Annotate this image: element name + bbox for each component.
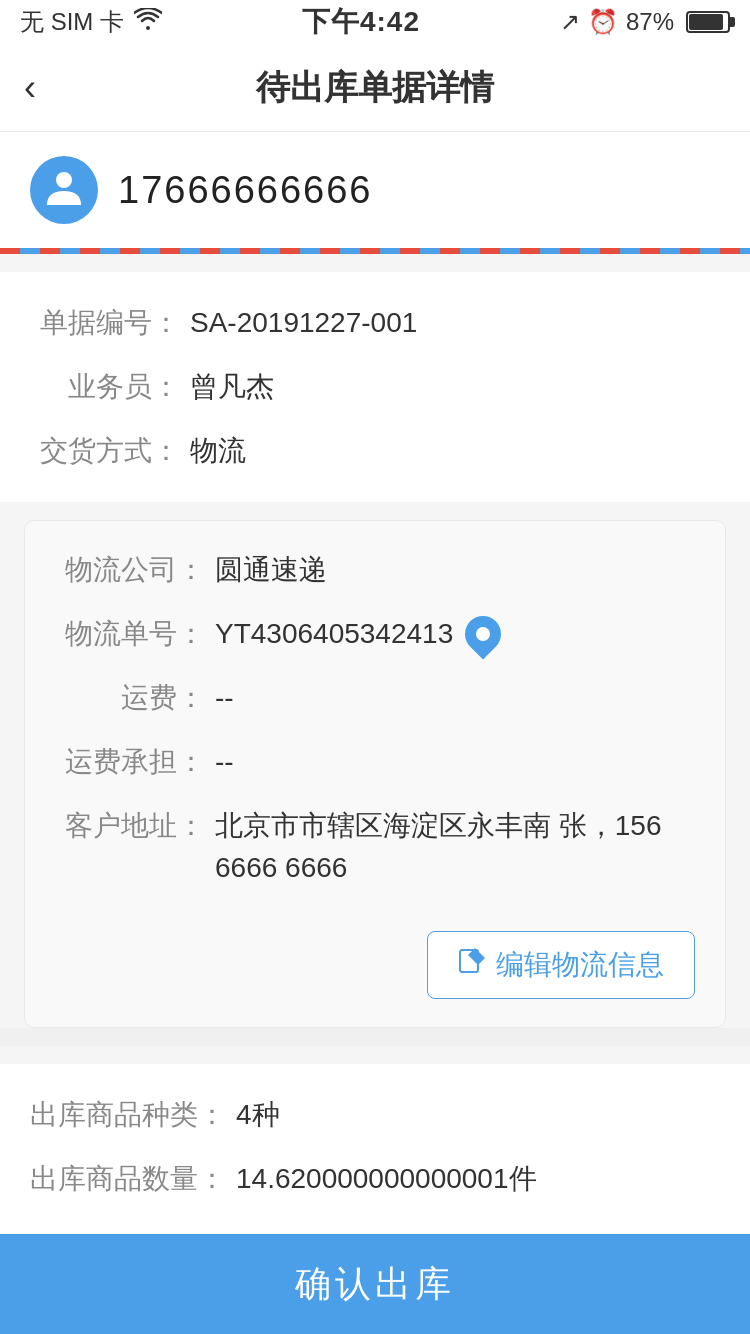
delivery-row: 交货方式： 物流 — [30, 430, 720, 472]
carrier-text: 无 SIM 卡 — [20, 6, 124, 38]
confirm-button-label: 确认出库 — [295, 1260, 455, 1309]
battery-icon — [686, 11, 730, 33]
status-bar: 无 SIM 卡 下午4:42 ↗ ⏰ 87% — [0, 0, 750, 44]
location-status-icon: ↗ — [560, 8, 580, 36]
map-pin-icon[interactable] — [458, 609, 509, 660]
tracking-value: YT4306405342413 — [215, 613, 453, 655]
order-no-label: 单据编号： — [30, 302, 190, 344]
order-no-row: 单据编号： SA-20191227-001 — [30, 302, 720, 344]
address-value: 北京市市辖区海淀区永丰南 张，156 6666 6666 — [215, 805, 695, 889]
freight-bear-label: 运费承担： — [55, 741, 215, 783]
tracking-value-container: YT4306405342413 — [215, 613, 695, 655]
logistics-company-label: 物流公司： — [55, 549, 215, 591]
order-no-value: SA-20191227-001 — [190, 302, 720, 344]
tracking-label: 物流单号： — [55, 613, 215, 655]
freight-row: 运费： -- — [55, 677, 695, 719]
tracking-row: 物流单号： YT4306405342413 — [55, 613, 695, 655]
goods-type-row: 出库商品种类： 4种 — [30, 1094, 720, 1136]
edit-btn-container: 编辑物流信息 — [55, 911, 695, 999]
user-icon — [45, 167, 83, 214]
customer-header: 17666666666 — [0, 132, 750, 248]
dashed-separator — [0, 248, 750, 254]
address-row: 客户地址： 北京市市辖区海淀区永丰南 张，156 6666 6666 — [55, 805, 695, 889]
alarm-icon: ⏰ — [588, 8, 618, 36]
svg-point-0 — [56, 172, 72, 188]
edit-logistics-label: 编辑物流信息 — [496, 946, 664, 984]
address-label: 客户地址： — [55, 805, 215, 847]
status-left: 无 SIM 卡 — [20, 6, 162, 38]
freight-bear-value: -- — [215, 741, 695, 783]
salesman-label: 业务员： — [30, 366, 190, 408]
section-divider — [0, 1028, 750, 1046]
wifi-icon — [134, 8, 162, 36]
delivery-label: 交货方式： — [30, 430, 190, 472]
freight-value: -- — [215, 677, 695, 719]
freight-label: 运费： — [55, 677, 215, 719]
logistics-section: 物流公司： 圆通速递 物流单号： YT4306405342413 运费： -- … — [24, 520, 726, 1028]
salesman-value: 曾凡杰 — [190, 366, 720, 408]
delivery-value: 物流 — [190, 430, 720, 472]
status-time: 下午4:42 — [302, 3, 420, 41]
logistics-company-row: 物流公司： 圆通速递 — [55, 549, 695, 591]
edit-icon — [458, 948, 486, 983]
freight-bear-row: 运费承担： -- — [55, 741, 695, 783]
nav-bar: ‹ 待出库单据详情 — [0, 44, 750, 132]
confirm-btn-bar[interactable]: 确认出库 — [0, 1234, 750, 1334]
avatar — [30, 156, 98, 224]
basic-info-section: 单据编号： SA-20191227-001 业务员： 曾凡杰 交货方式： 物流 — [0, 272, 750, 502]
goods-quantity-row: 出库商品数量： 14.620000000000001件 — [30, 1158, 720, 1200]
goods-quantity-label: 出库商品数量： — [30, 1158, 236, 1200]
goods-quantity-value: 14.620000000000001件 — [236, 1158, 720, 1200]
battery-percent: 87% — [626, 8, 674, 36]
logistics-company-value: 圆通速递 — [215, 549, 695, 591]
edit-logistics-button[interactable]: 编辑物流信息 — [427, 931, 695, 999]
goods-type-value: 4种 — [236, 1094, 720, 1136]
page-title: 待出库单据详情 — [256, 65, 494, 111]
goods-type-label: 出库商品种类： — [30, 1094, 236, 1136]
status-right: ↗ ⏰ 87% — [560, 8, 730, 36]
customer-phone: 17666666666 — [118, 169, 372, 212]
salesman-row: 业务员： 曾凡杰 — [30, 366, 720, 408]
back-button[interactable]: ‹ — [24, 70, 36, 106]
